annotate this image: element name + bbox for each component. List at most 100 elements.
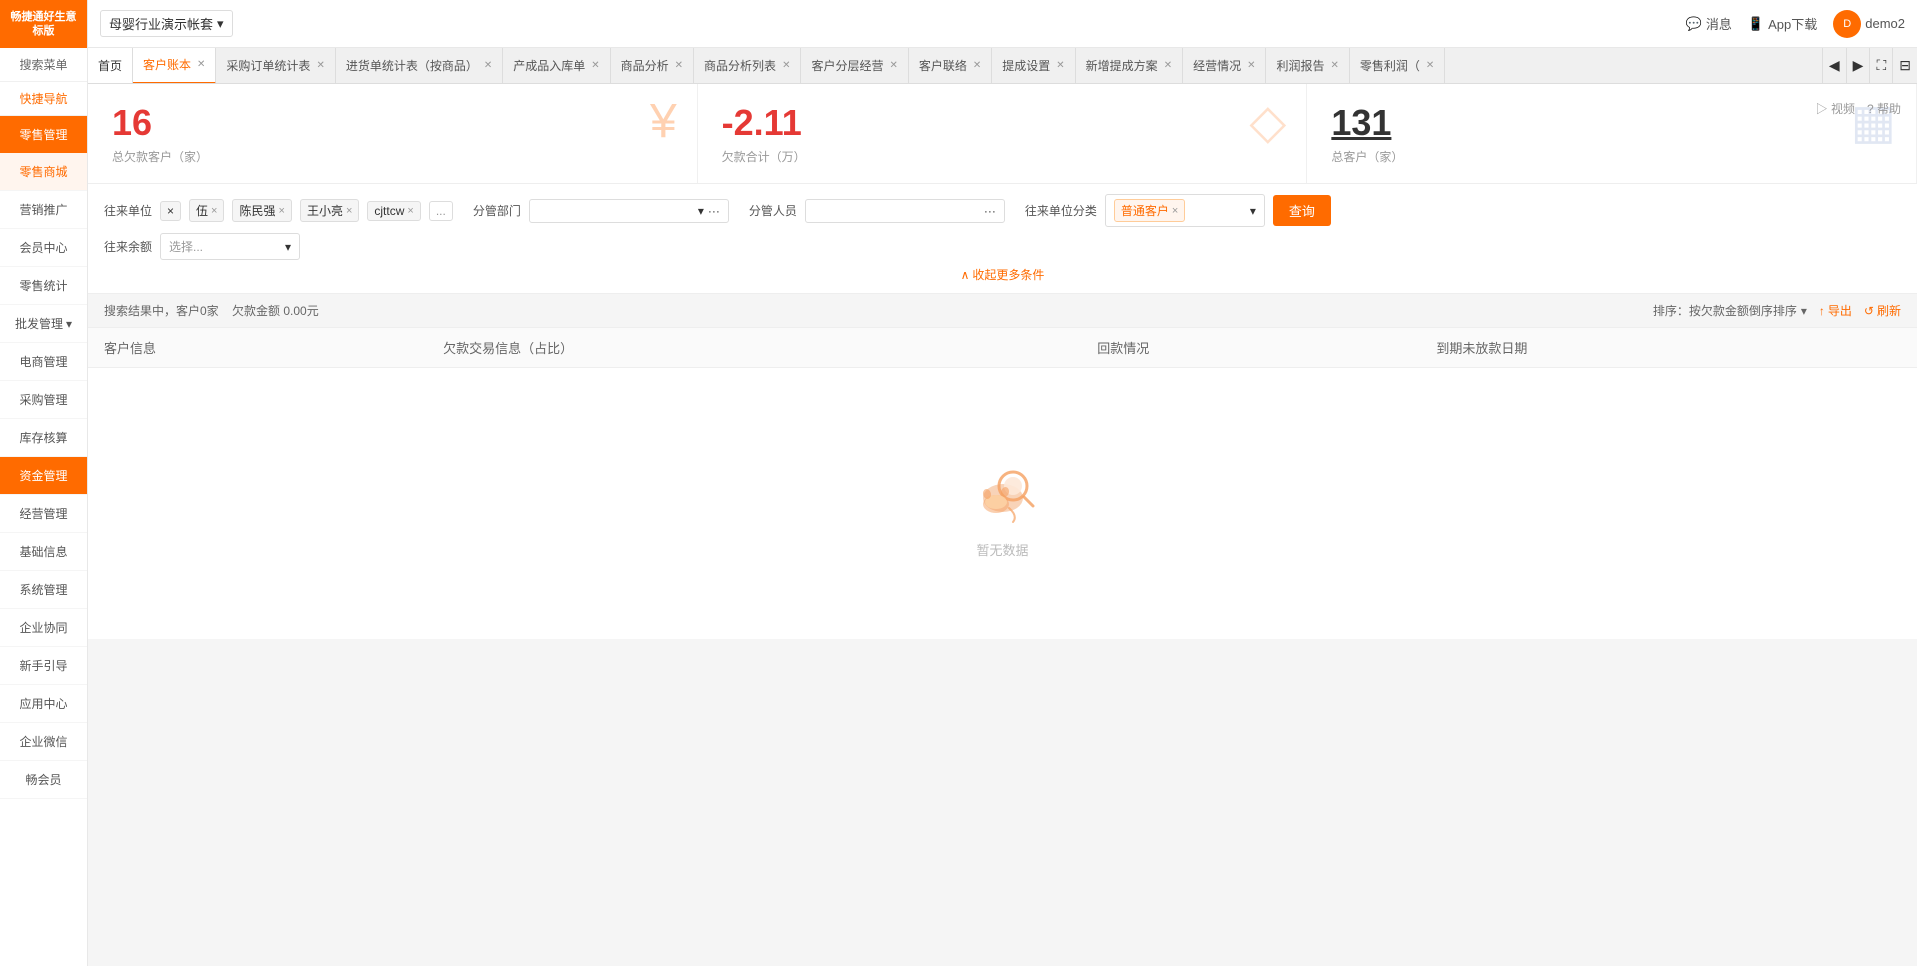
tab-close-customer-contact[interactable]: ✕ [973, 60, 981, 71]
tabs-next-btn[interactable]: ▶ [1846, 48, 1870, 84]
summary-cards: ¥ 16 总欠款客户（家） ◇ -2.11 欠款合计（万） ▦ 131 总客户（… [88, 84, 1917, 184]
col-repayment: 回款情况 [1081, 328, 1420, 368]
tab-customer-segment[interactable]: 客户分层经营 ✕ [801, 48, 908, 84]
filter-tag-wu: 伍 × [189, 199, 224, 222]
chevron-down-icon4: ▾ [285, 240, 291, 254]
unit-type-tag-close[interactable]: × [1172, 205, 1178, 217]
tab-product-analysis[interactable]: 商品分析 ✕ [611, 48, 694, 84]
tab-profit-report[interactable]: 利润报告 ✕ [1266, 48, 1349, 84]
col-customer-info: 客户信息 [88, 328, 427, 368]
sidebar-item-inventory-check[interactable]: 库存核算 [0, 419, 87, 457]
message-icon: 💬 [1686, 16, 1702, 32]
tab-close-profit-report[interactable]: ✕ [1331, 60, 1339, 71]
collapse-button[interactable]: ∧ 收起更多条件 [961, 266, 1045, 283]
unit-type-tag: 普通客户 × [1114, 199, 1185, 222]
yen-bg-icon: ¥ [650, 94, 677, 149]
sort-button[interactable]: 排序：按欠款金额倒序排序 ▾ [1653, 302, 1807, 319]
sidebar-item-finance-mgmt[interactable]: 资金管理 [0, 457, 87, 495]
sidebar-item-enterprise-collab[interactable]: 企业协同 [0, 609, 87, 647]
sidebar-item-enterprise-wechat[interactable]: 企业微信 [0, 723, 87, 761]
sidebar: 畅捷通好生意 标版 搜索菜单 快捷导航 零售管理 零售商城 营销推广 会员中心 … [0, 0, 88, 966]
tab-close-product-inbound[interactable]: ✕ [591, 60, 599, 71]
sidebar-item-wholesale-mgmt[interactable]: 批发管理 ▾ [0, 305, 87, 343]
sidebar-item-operations-mgmt[interactable]: 经营管理 [0, 495, 87, 533]
tab-operations[interactable]: 经营情况 ✕ [1183, 48, 1266, 84]
refresh-button[interactable]: ↺ 刷新 [1864, 302, 1901, 319]
filter-tag-wang-close[interactable]: × [346, 205, 352, 217]
sidebar-item-quick-nav[interactable]: 快捷导航 [0, 82, 87, 116]
tab-close-purchase-order-stats[interactable]: ✕ [316, 60, 324, 71]
sidebar-item-member-center[interactable]: 会员中心 [0, 229, 87, 267]
tab-product-analysis-list[interactable]: 商品分析列表 ✕ [694, 48, 801, 84]
tab-raise-settings[interactable]: 提成设置 ✕ [992, 48, 1075, 84]
filter-tag-chen-close[interactable]: × [279, 205, 285, 217]
filter-tag-chen: 陈民强 × [232, 199, 291, 222]
sidebar-item-basic-info[interactable]: 基础信息 [0, 533, 87, 571]
unit-type-filter-label: 往来单位分类 [1025, 202, 1097, 219]
dept-dropdown[interactable]: ▾ ··· [529, 199, 729, 223]
filter-tags-more[interactable]: ... [429, 201, 453, 221]
tab-close-new-raise-plan[interactable]: ✕ [1164, 60, 1172, 71]
content-area: ¥ 16 总欠款客户（家） ◇ -2.11 欠款合计（万） ▦ 131 总客户（… [88, 84, 1917, 966]
unit-type-dropdown[interactable]: 普通客户 × ▾ [1105, 194, 1265, 227]
tabs-prev-btn[interactable]: ◀ [1822, 48, 1846, 84]
refresh-icon: ↺ [1864, 304, 1874, 318]
sidebar-item-marketing[interactable]: 营销推广 [0, 191, 87, 229]
tab-close-operations[interactable]: ✕ [1247, 60, 1255, 71]
query-button[interactable]: 查询 [1273, 195, 1331, 226]
amount-label: 欠款合计（万） [722, 148, 806, 165]
person-dropdown[interactable]: ··· [805, 199, 1005, 223]
play-icon: ▷ [1816, 102, 1828, 116]
app-download-button[interactable]: 📱 App下载 [1748, 14, 1817, 33]
col-due-date: 到期未放款日期 [1420, 328, 1917, 368]
filter-tag-wang: 王小亮 × [300, 199, 359, 222]
filter-row-2: 往来余额 选择... ▾ [104, 233, 1901, 260]
tab-retail-profit[interactable]: 零售利润（ ✕ [1350, 48, 1445, 84]
top-right-links: ▷ 视频 ? 帮助 [1816, 100, 1901, 117]
sidebar-item-retail-stats[interactable]: 零售统计 [0, 267, 87, 305]
main-area: 母婴行业演示帐套 ▾ 💬 消息 📱 App下载 D demo2 [88, 0, 1917, 966]
empty-text: 暂无数据 [976, 540, 1028, 559]
total-customers-value: 131 [1331, 102, 1391, 144]
sidebar-item-retail-mall[interactable]: 零售商城 [0, 153, 87, 191]
tab-customer-contact[interactable]: 客户联络 ✕ [909, 48, 992, 84]
tab-close-incoming-stats[interactable]: ✕ [484, 60, 492, 71]
tab-customer-account[interactable]: 客户账本 ✕ [133, 48, 216, 84]
customers-value: 16 [112, 102, 152, 144]
amount-value: -2.11 [722, 102, 802, 144]
tab-close-product-analysis-list[interactable]: ✕ [782, 60, 790, 71]
tabs-more-btn[interactable]: ⊟ [1892, 48, 1917, 84]
tabs-fullscreen-btn[interactable]: ⛶ [1869, 48, 1892, 84]
sidebar-item-member[interactable]: 畅会员 [0, 761, 87, 799]
data-table: 客户信息 欠款交易信息（占比） 回款情况 到期未放款日期 [88, 328, 1917, 639]
user-menu[interactable]: D demo2 [1833, 10, 1905, 38]
version-selector[interactable]: 母婴行业演示帐套 ▾ [100, 10, 233, 37]
help-link[interactable]: ? 帮助 [1867, 100, 1901, 117]
tab-close-raise-settings[interactable]: ✕ [1056, 60, 1064, 71]
sidebar-item-retail-mgmt[interactable]: 零售管理 [0, 116, 87, 153]
video-link[interactable]: ▷ 视频 [1816, 100, 1855, 117]
tab-purchase-order-stats[interactable]: 采购订单统计表 ✕ [216, 48, 335, 84]
tabs-bar: 首页 客户账本 ✕ 采购订单统计表 ✕ 进货单统计表（按商品） ✕ 产成品入库单… [88, 48, 1917, 84]
sidebar-item-purchase-mgmt[interactable]: 采购管理 [0, 381, 87, 419]
tab-home[interactable]: 首页 [88, 48, 133, 84]
filter-tag-unit-placeholder: × [160, 201, 181, 221]
export-button[interactable]: ↑ 导出 [1819, 302, 1852, 319]
question-icon: ? [1867, 102, 1874, 116]
sidebar-item-app-center[interactable]: 应用中心 [0, 685, 87, 723]
balance-dropdown[interactable]: 选择... ▾ [160, 233, 300, 260]
tab-close-customer-account[interactable]: ✕ [197, 59, 205, 70]
tab-close-customer-segment[interactable]: ✕ [889, 60, 897, 71]
sidebar-item-search[interactable]: 搜索菜单 [0, 48, 87, 82]
filter-tag-wu-close[interactable]: × [211, 205, 217, 217]
tab-new-raise-plan[interactable]: 新增提成方案 ✕ [1076, 48, 1183, 84]
sidebar-item-ecommerce-mgmt[interactable]: 电商管理 [0, 343, 87, 381]
tab-close-product-analysis[interactable]: ✕ [675, 60, 683, 71]
filter-tag-cjttcw-close[interactable]: × [407, 205, 413, 217]
tab-product-inbound[interactable]: 产成品入库单 ✕ [503, 48, 610, 84]
sidebar-item-system-mgmt[interactable]: 系统管理 [0, 571, 87, 609]
tab-incoming-stats[interactable]: 进货单统计表（按商品） ✕ [336, 48, 503, 84]
sidebar-item-new-guide[interactable]: 新手引导 [0, 647, 87, 685]
tab-close-retail-profit[interactable]: ✕ [1426, 60, 1434, 71]
message-button[interactable]: 💬 消息 [1686, 14, 1732, 33]
